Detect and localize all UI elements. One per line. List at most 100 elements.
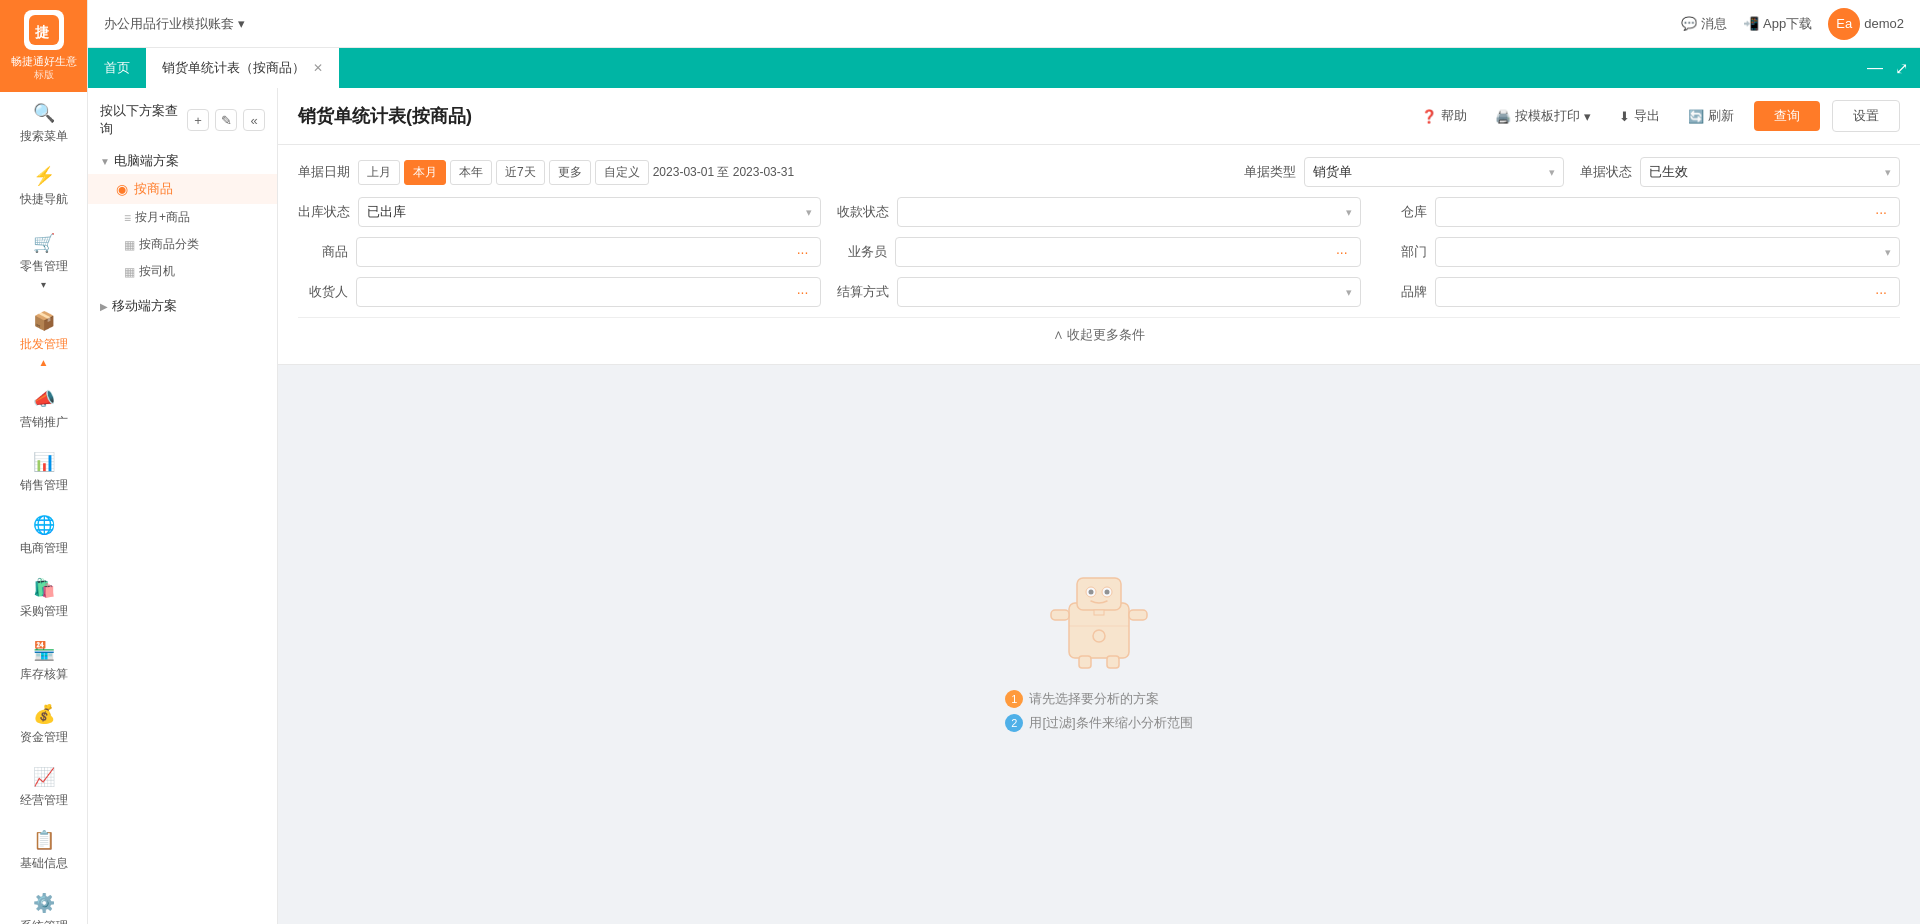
out-status-select[interactable]: 已出库 ▾ <box>358 197 821 227</box>
top-header: 办公用品行业模拟账套 ▾ 💬 消息 📲 App下载 Ea demo2 <box>88 0 1920 48</box>
brand-select[interactable]: ··· <box>1435 277 1900 307</box>
sidebar-item-search[interactable]: 🔍 搜索菜单 <box>0 92 88 155</box>
receipt-status-label: 收款状态 <box>837 203 889 221</box>
sidebar-item-wholesale[interactable]: 📦 批发管理 ▲ <box>0 300 88 378</box>
svg-text:捷: 捷 <box>34 24 50 40</box>
mobile-group-arrow-icon: ▶ <box>100 301 108 312</box>
sidebar-item-sales[interactable]: 📊 销售管理 <box>0 441 88 504</box>
sidebar-item-retail[interactable]: 🛒 零售管理 ▾ <box>0 222 88 300</box>
settlement-arrow: ▾ <box>1346 286 1352 299</box>
warehouse-dots[interactable]: ··· <box>1871 204 1891 220</box>
help-btn[interactable]: ❓ 帮助 <box>1413 103 1475 129</box>
doc-status-label: 单据状态 <box>1580 163 1632 181</box>
receipt-status-select[interactable]: ▾ <box>897 197 1360 227</box>
filter-row-2: 出库状态 已出库 ▾ 收款状态 ▾ 仓库 <box>298 197 1900 227</box>
app-download-btn[interactable]: 📲 App下载 <box>1743 15 1812 33</box>
sidebar-item-ecom[interactable]: 🌐 电商管理 <box>0 504 88 567</box>
date-btn-7days[interactable]: 近7天 <box>496 160 545 185</box>
goods-select[interactable]: ··· <box>356 237 821 267</box>
panel-group-mobile-title[interactable]: ▶ 移动端方案 <box>88 293 277 319</box>
collapse-bar[interactable]: ∧ 收起更多条件 <box>298 317 1900 352</box>
template-print-btn[interactable]: 🖨️ 按模板打印 ▾ <box>1487 103 1599 129</box>
date-btn-more[interactable]: 更多 <box>549 160 591 185</box>
settlement-select[interactable]: ▾ <box>897 277 1360 307</box>
print-dropdown-arrow: ▾ <box>1584 109 1591 124</box>
brand-dots[interactable]: ··· <box>1871 284 1891 300</box>
filter-settlement: 结算方式 ▾ <box>837 277 1360 307</box>
filter-row-3: 商品 ··· 业务员 ··· 部门 <box>298 237 1900 267</box>
filter-salesperson: 业务员 ··· <box>837 237 1360 267</box>
tab-sales-stats[interactable]: 销货单统计表（按商品） ✕ <box>146 48 339 88</box>
sidebar-item-marketing[interactable]: 📣 营销推广 <box>0 378 88 441</box>
workspace-dropdown[interactable]: 办公用品行业模拟账套 ▾ <box>104 15 245 33</box>
month-product-icon: ≡ <box>124 211 131 225</box>
tab-minimize-btn[interactable]: — <box>1863 55 1887 81</box>
panel-add-btn[interactable]: + <box>187 109 209 131</box>
panel-item-by-product[interactable]: ◉ 按商品 <box>88 174 277 204</box>
dept-select[interactable]: ▾ <box>1435 237 1900 267</box>
salesperson-dots[interactable]: ··· <box>1332 244 1352 260</box>
panel-group-mobile: ▶ 移动端方案 <box>88 289 277 323</box>
app-logo: 捷 畅捷通好生意 标版 <box>0 0 88 92</box>
tab-right-actions: — ⤢ <box>1863 48 1920 88</box>
export-btn[interactable]: ⬇ 导出 <box>1611 103 1668 129</box>
filter-warehouse: 仓库 ··· <box>1377 197 1900 227</box>
page-title: 销货单统计表(按商品) <box>298 104 472 128</box>
doc-status-value: 已生效 <box>1649 163 1688 181</box>
tab-home[interactable]: 首页 <box>88 48 146 88</box>
panel-item-by-category[interactable]: ▦ 按商品分类 <box>88 231 277 258</box>
sidebar-item-quicknav[interactable]: ⚡ 快捷导航 <box>0 155 88 218</box>
doc-status-select[interactable]: 已生效 ▾ <box>1640 157 1900 187</box>
system-icon: ⚙️ <box>33 892 55 914</box>
dept-arrow: ▾ <box>1885 246 1891 259</box>
query-btn[interactable]: 查询 <box>1754 101 1820 131</box>
panel-item-by-month-product[interactable]: ≡ 按月+商品 <box>88 204 277 231</box>
tab-expand-btn[interactable]: ⤢ <box>1891 55 1912 82</box>
refresh-btn[interactable]: 🔄 刷新 <box>1680 103 1742 129</box>
sidebar-item-operation[interactable]: 📈 经营管理 <box>0 756 88 819</box>
doc-type-select[interactable]: 销货单 ▾ <box>1304 157 1564 187</box>
message-btn[interactable]: 💬 消息 <box>1681 15 1727 33</box>
panel-item-by-cashier[interactable]: ▦ 按司机 <box>88 258 277 285</box>
filter-row-1: 单据日期 上月 本月 本年 近7天 更多 自定义 2023-03-01 至 20… <box>298 157 1900 187</box>
panel-edit-btn[interactable]: ✎ <box>215 109 237 131</box>
settings-btn[interactable]: 设置 <box>1832 100 1900 132</box>
tab-close-btn[interactable]: ✕ <box>313 61 323 75</box>
purchase-icon: 🛍️ <box>33 577 55 599</box>
date-btn-this-year[interactable]: 本年 <box>450 160 492 185</box>
tip-2-text: 用[过滤]条件来缩小分析范围 <box>1029 714 1192 732</box>
date-btn-custom[interactable]: 自定义 <box>595 160 649 185</box>
recipient-select[interactable]: ··· <box>356 277 821 307</box>
sidebar-item-system[interactable]: ⚙️ 系统管理 <box>0 882 88 924</box>
panel-group-desktop-title[interactable]: ▼ 电脑端方案 <box>88 148 277 174</box>
sidebar-item-basic[interactable]: 📋 基础信息 <box>0 819 88 882</box>
sidebar-item-inventory[interactable]: 🏪 库存核算 <box>0 630 88 693</box>
filter-doc-type: 单据类型 销货单 ▾ <box>1244 157 1564 187</box>
sidebar-item-purchase[interactable]: 🛍️ 采购管理 <box>0 567 88 630</box>
out-status-arrow: ▾ <box>806 206 812 219</box>
date-btn-last-month[interactable]: 上月 <box>358 160 400 185</box>
quicknav-icon: ⚡ <box>33 165 55 187</box>
salesperson-select[interactable]: ··· <box>895 237 1360 267</box>
tip-2-num: 2 <box>1005 714 1023 732</box>
recipient-dots[interactable]: ··· <box>793 284 813 300</box>
svg-rect-3 <box>1077 578 1121 610</box>
workspace-title: 办公用品行业模拟账套 <box>104 15 234 33</box>
wholesale-icon: 📦 <box>33 310 55 332</box>
filter-brand: 品牌 ··· <box>1377 277 1900 307</box>
user-profile[interactable]: Ea demo2 <box>1828 8 1904 40</box>
salesperson-label: 业务员 <box>837 243 887 261</box>
svg-rect-8 <box>1094 610 1104 615</box>
panel-collapse-btn[interactable]: « <box>243 109 265 131</box>
sidebar-item-finance[interactable]: 💰 资金管理 <box>0 693 88 756</box>
goods-dots[interactable]: ··· <box>793 244 813 260</box>
svg-rect-10 <box>1107 656 1119 668</box>
sales-stats-tab-label: 销货单统计表（按商品） <box>162 59 305 77</box>
refresh-icon: 🔄 <box>1688 109 1704 124</box>
doc-status-arrow: ▾ <box>1885 166 1891 179</box>
panel-group-desktop: ▼ 电脑端方案 ◉ 按商品 ≡ 按月+商品 ▦ 按商品分类 ▦ 按司机 <box>88 144 277 289</box>
main-area: 办公用品行业模拟账套 ▾ 💬 消息 📲 App下载 Ea demo2 首页 <box>88 0 1920 924</box>
warehouse-select[interactable]: ··· <box>1435 197 1900 227</box>
brand-label: 品牌 <box>1377 283 1427 301</box>
date-btn-this-month[interactable]: 本月 <box>404 160 446 185</box>
